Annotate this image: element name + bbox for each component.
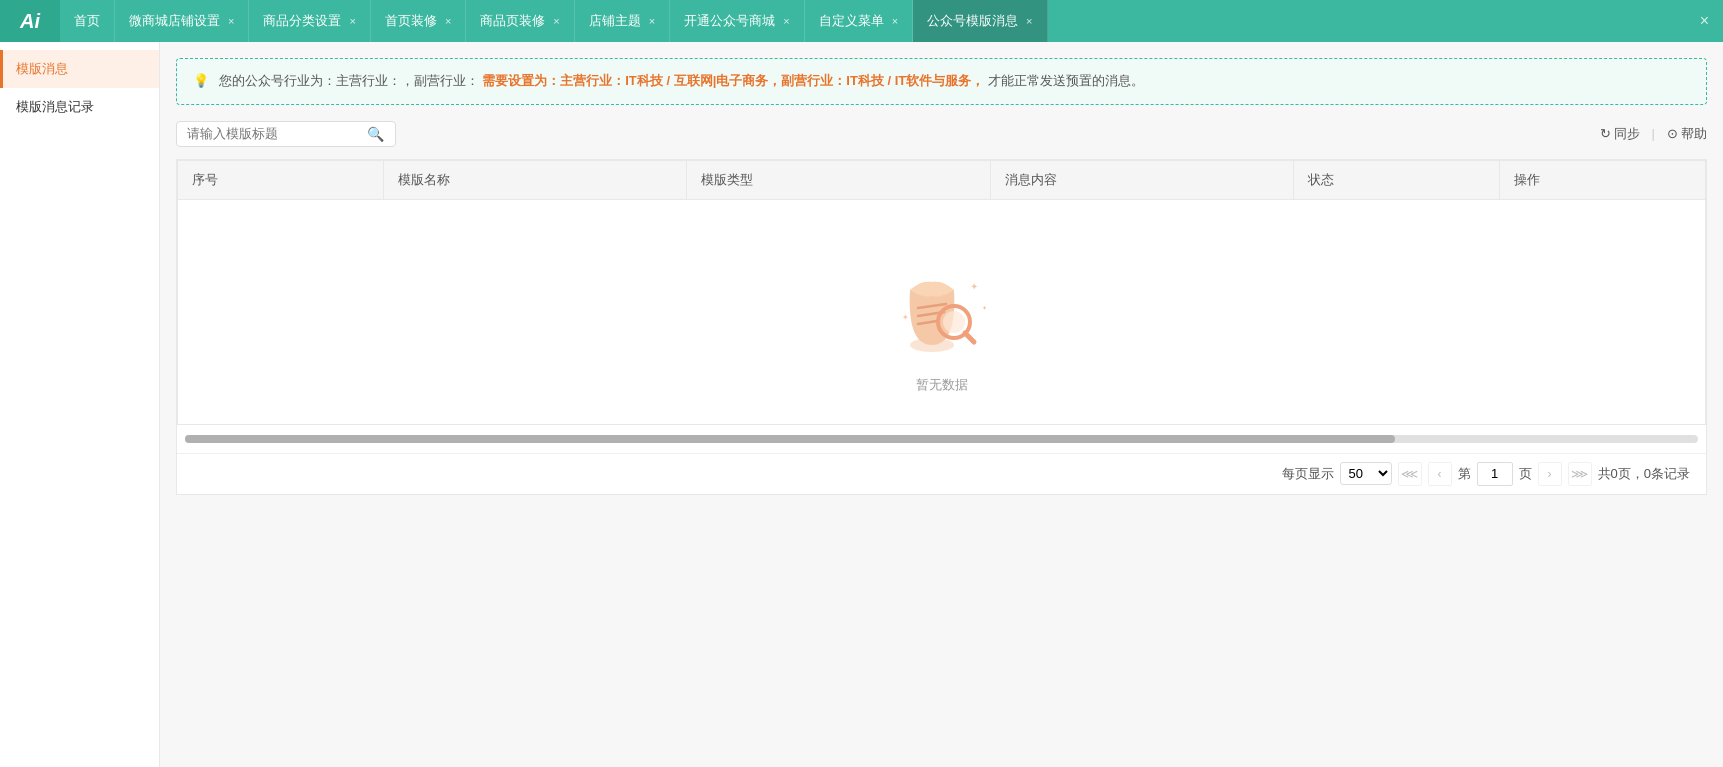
nav-tab-label-custom-menu: 自定义菜单 xyxy=(819,12,884,30)
nav-tab-label-category-setting: 商品分类设置 xyxy=(263,12,341,30)
page-suffix-label: 页 xyxy=(1519,465,1532,483)
svg-line-6 xyxy=(965,333,974,342)
table-wrapper: 序号模版名称模版类型消息内容状态操作 xyxy=(176,159,1707,495)
nav-tab-category-setting[interactable]: 商品分类设置 × xyxy=(249,0,370,42)
top-nav: Ai 首页微商城店铺设置×商品分类设置×首页装修×商品页装修×店铺主题×开通公众… xyxy=(0,0,1723,42)
sync-icon: ↻ xyxy=(1600,126,1611,141)
col-header-content: 消息内容 xyxy=(990,160,1293,199)
nav-tab-shop-theme[interactable]: 店铺主题 × xyxy=(575,0,670,42)
help-button[interactable]: ⊙ 帮助 xyxy=(1667,125,1707,143)
content-area: 💡 您的公众号行业为：主营行业：，副营行业： 需要设置为：主营行业：IT科技 /… xyxy=(160,42,1723,767)
help-icon: ⊙ xyxy=(1667,126,1678,141)
close-all-button[interactable]: × xyxy=(1686,12,1723,30)
page-prefix-label: 第 xyxy=(1458,465,1471,483)
first-page-button[interactable]: ⋘ xyxy=(1398,462,1422,486)
empty-text: 暂无数据 xyxy=(916,376,968,394)
last-page-button[interactable]: ⋙ xyxy=(1568,462,1592,486)
nav-tab-label-open-mall: 开通公众号商城 xyxy=(684,12,775,30)
page-number-input[interactable] xyxy=(1477,462,1513,486)
nav-tab-home-decor[interactable]: 首页装修 × xyxy=(371,0,466,42)
nav-tab-label-shop-setting: 微商城店铺设置 xyxy=(129,12,220,30)
scroll-track[interactable] xyxy=(185,435,1698,443)
nav-tab-open-mall[interactable]: 开通公众号商城 × xyxy=(670,0,804,42)
app-logo: Ai xyxy=(0,0,60,42)
sidebar: 模版消息模版消息记录 xyxy=(0,42,160,767)
nav-tab-label-shop-theme: 店铺主题 xyxy=(589,12,641,30)
sidebar-item-template-msg[interactable]: 模版消息 xyxy=(0,50,159,88)
svg-text:✦: ✦ xyxy=(970,281,978,292)
nav-tabs-container: 首页微商城店铺设置×商品分类设置×首页装修×商品页装修×店铺主题×开通公众号商城… xyxy=(60,0,1686,42)
help-label: 帮助 xyxy=(1681,125,1707,143)
sync-button[interactable]: ↻ 同步 xyxy=(1600,125,1640,143)
empty-state: ✦ ✦ ✦ 暂无数据 xyxy=(178,200,1705,424)
toolbar-right: ↻ 同步 | ⊙ 帮助 xyxy=(1600,125,1707,143)
nav-tab-shop-setting[interactable]: 微商城店铺设置 × xyxy=(115,0,249,42)
nav-tab-close-product-decor[interactable]: × xyxy=(553,15,559,27)
search-icon[interactable]: 🔍 xyxy=(367,126,384,142)
nav-tab-close-custom-menu[interactable]: × xyxy=(892,15,898,27)
nav-tab-label-template-msg: 公众号模版消息 xyxy=(927,12,1018,30)
notice-highlight: 需要设置为：主营行业：IT科技 / 互联网|电子商务，副营行业：IT科技 / I… xyxy=(482,73,984,88)
search-bar: 🔍 ↻ 同步 | ⊙ 帮助 xyxy=(176,121,1707,147)
svg-text:✦: ✦ xyxy=(902,313,909,322)
notice-prefix: 您的公众号行业为：主营行业：，副营行业： xyxy=(219,73,479,88)
nav-tab-product-decor[interactable]: 商品页装修 × xyxy=(466,0,574,42)
empty-icon: ✦ ✦ ✦ xyxy=(882,260,1002,360)
sidebar-item-template-record[interactable]: 模版消息记录 xyxy=(0,88,159,126)
main-layout: 模版消息模版消息记录 💡 您的公众号行业为：主营行业：，副营行业： 需要设置为：… xyxy=(0,42,1723,767)
nav-tab-close-home-decor[interactable]: × xyxy=(445,15,451,27)
col-header-type: 模版类型 xyxy=(687,160,990,199)
total-text: 共0页，0条记录 xyxy=(1598,465,1690,483)
col-header-seq: 序号 xyxy=(178,160,384,199)
notice-box: 💡 您的公众号行业为：主营行业：，副营行业： 需要设置为：主营行业：IT科技 /… xyxy=(176,58,1707,105)
nav-tab-label-home-decor: 首页装修 xyxy=(385,12,437,30)
nav-tab-custom-menu[interactable]: 自定义菜单 × xyxy=(805,0,913,42)
nav-tab-label-product-decor: 商品页装修 xyxy=(480,12,545,30)
page-size-label: 每页显示 xyxy=(1282,465,1334,483)
data-table: 序号模版名称模版类型消息内容状态操作 xyxy=(177,160,1706,425)
scroll-thumb xyxy=(185,435,1395,443)
pagination: 每页显示 50 20 100 ⋘ ‹ 第 页 › ⋙ 共0页，0条记录 xyxy=(177,453,1706,494)
page-size-select[interactable]: 50 20 100 xyxy=(1340,462,1392,485)
search-input[interactable] xyxy=(187,126,367,141)
col-header-name: 模版名称 xyxy=(383,160,686,199)
col-header-status: 状态 xyxy=(1294,160,1500,199)
nav-tab-close-template-msg[interactable]: × xyxy=(1026,15,1032,27)
sidebar-items-container: 模版消息模版消息记录 xyxy=(0,50,159,126)
divider: | xyxy=(1652,126,1655,141)
svg-point-5 xyxy=(943,311,965,333)
nav-tab-close-shop-setting[interactable]: × xyxy=(228,15,234,27)
notice-icon: 💡 xyxy=(193,73,209,88)
nav-tab-close-category-setting[interactable]: × xyxy=(349,15,355,27)
empty-row: ✦ ✦ ✦ 暂无数据 xyxy=(178,199,1706,424)
nav-tab-label-home: 首页 xyxy=(74,12,100,30)
col-header-action: 操作 xyxy=(1499,160,1705,199)
next-page-button[interactable]: › xyxy=(1538,462,1562,486)
nav-tab-close-shop-theme[interactable]: × xyxy=(649,15,655,27)
search-input-wrap: 🔍 xyxy=(176,121,396,147)
nav-tab-template-msg[interactable]: 公众号模版消息 × xyxy=(913,0,1047,42)
prev-page-button[interactable]: ‹ xyxy=(1428,462,1452,486)
scroll-area xyxy=(177,425,1706,453)
sync-label: 同步 xyxy=(1614,125,1640,143)
table-header-row: 序号模版名称模版类型消息内容状态操作 xyxy=(178,160,1706,199)
notice-suffix: 才能正常发送预置的消息。 xyxy=(988,73,1144,88)
nav-tab-close-open-mall[interactable]: × xyxy=(783,15,789,27)
svg-text:✦: ✦ xyxy=(982,305,987,311)
nav-tab-home[interactable]: 首页 xyxy=(60,0,115,42)
